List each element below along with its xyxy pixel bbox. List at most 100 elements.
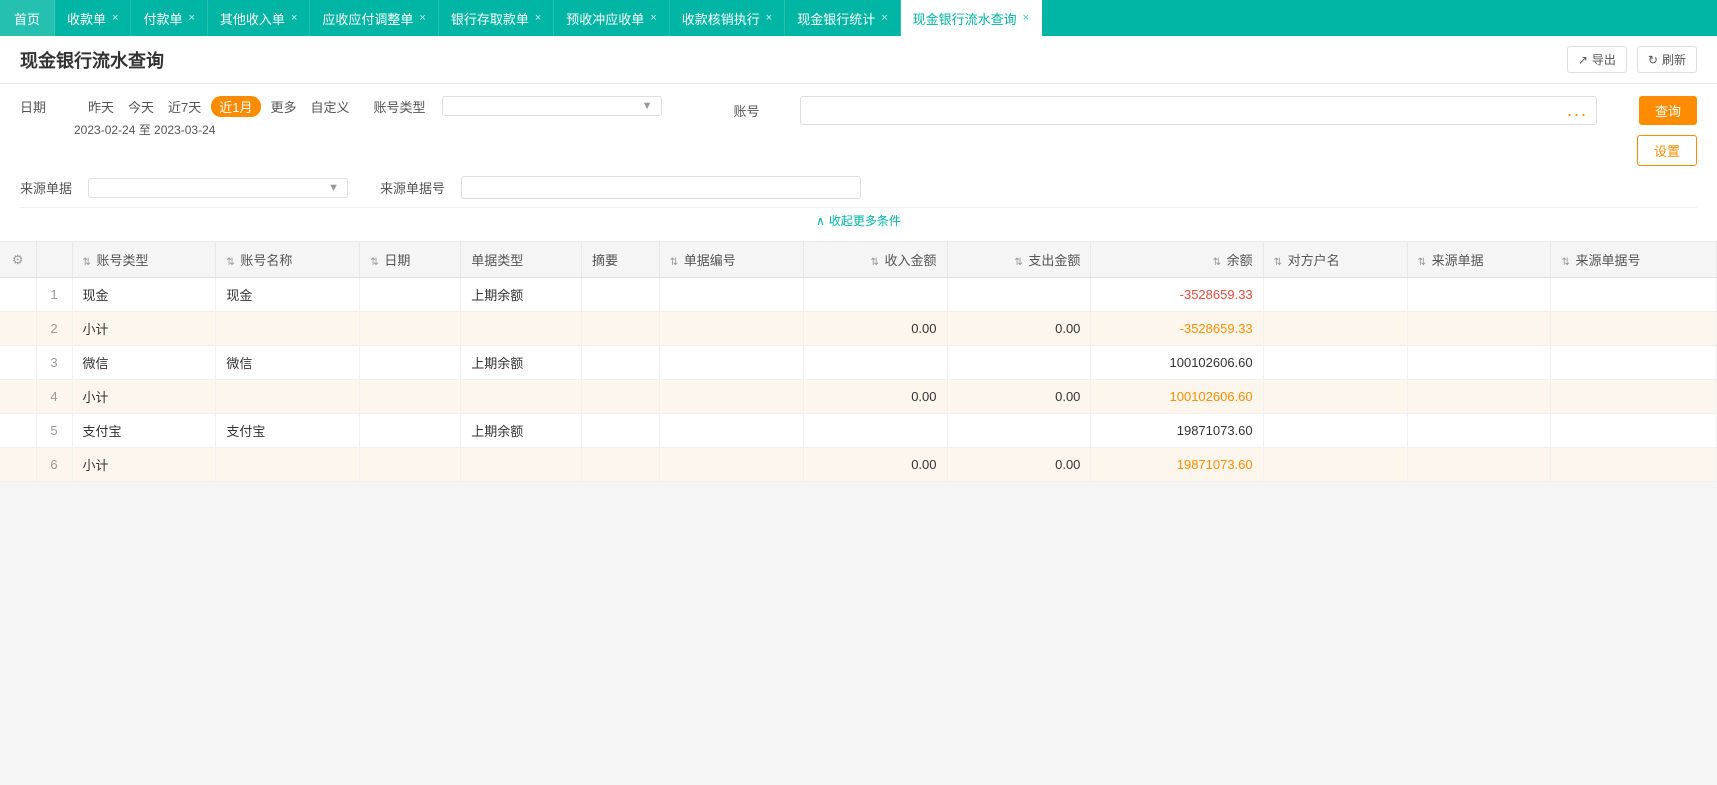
nav-cash-bank-flow[interactable]: 现金银行流水查询 × — [901, 0, 1042, 36]
nav-bank-deposit[interactable]: 银行存取款单 × — [439, 0, 554, 36]
shortcut-custom[interactable]: 自定义 — [307, 96, 354, 117]
nav-ar-ap-adjust[interactable]: 应收应付调整单 × — [310, 0, 438, 36]
row-source-doc-5 — [1407, 448, 1551, 482]
right-actions: 查询 设置 — [1637, 96, 1697, 166]
table-row: 1 现金 现金 上期余额 -3528659.33 — [0, 278, 1717, 312]
nav-receipt-verify[interactable]: 收款核销执行 × — [670, 0, 785, 36]
col-income[interactable]: ⇅ 收入金额 — [803, 242, 947, 278]
sort-account-type-icon: ⇅ — [83, 257, 91, 268]
row-income-1: 0.00 — [803, 312, 947, 346]
account-type-select[interactable]: ▼ — [442, 96, 662, 116]
col-date[interactable]: ⇅ 日期 — [360, 242, 461, 278]
row-source-doc-0 — [1407, 278, 1551, 312]
row-expense-4 — [947, 414, 1091, 448]
col-counterpart[interactable]: ⇅ 对方户名 — [1263, 242, 1407, 278]
col-source-doc[interactable]: ⇅ 来源单据 — [1407, 242, 1551, 278]
close-payment-icon[interactable]: × — [188, 12, 194, 24]
nav-home[interactable]: 首页 — [0, 0, 55, 36]
row-source-doc-4 — [1407, 414, 1551, 448]
nav-prepaid-offset[interactable]: 预收冲应收单 × — [554, 0, 669, 36]
row-source-doc-no-3 — [1551, 380, 1717, 414]
settings-button[interactable]: 设置 — [1637, 135, 1697, 166]
row-account-type-4: 支付宝 — [72, 414, 216, 448]
row-summary-3 — [581, 380, 659, 414]
col-doc-type: 单据类型 — [461, 242, 582, 278]
sort-income-icon: ⇅ — [870, 257, 878, 268]
row-doc-no-3 — [659, 380, 803, 414]
close-prepaid-icon[interactable]: × — [650, 12, 656, 24]
col-source-doc-no[interactable]: ⇅ 来源单据号 — [1551, 242, 1717, 278]
sort-balance-icon: ⇅ — [1213, 257, 1221, 268]
row-income-3: 0.00 — [803, 380, 947, 414]
nav-receipt[interactable]: 收款单 × — [55, 0, 131, 36]
nav-cash-bank-stat[interactable]: 现金银行统计 × — [785, 0, 900, 36]
close-bank-deposit-icon[interactable]: × — [535, 12, 541, 24]
account-type-dropdown-icon: ▼ — [642, 100, 653, 112]
shortcut-1month[interactable]: 近1月 — [211, 96, 260, 117]
row-doc-no-4 — [659, 414, 803, 448]
nav-payment[interactable]: 付款单 × — [131, 0, 207, 36]
row-gear-1 — [0, 312, 36, 346]
row-balance-0: -3528659.33 — [1091, 278, 1263, 312]
export-button[interactable]: ↗ 导出 — [1567, 46, 1627, 73]
account-input[interactable]: ... — [800, 96, 1597, 125]
row-source-doc-no-5 — [1551, 448, 1717, 482]
row-balance-1: -3528659.33 — [1091, 312, 1263, 346]
row-source-doc-3 — [1407, 380, 1551, 414]
row-account-name-3 — [216, 380, 360, 414]
row-income-5: 0.00 — [803, 448, 947, 482]
row-balance-3: 100102606.60 — [1091, 380, 1263, 414]
row-account-type-0: 现金 — [72, 278, 216, 312]
close-cash-flow-icon[interactable]: × — [1023, 12, 1029, 24]
col-expense[interactable]: ⇅ 支出金额 — [947, 242, 1091, 278]
row-gear-2 — [0, 346, 36, 380]
source-doc-select[interactable]: ▼ — [88, 178, 348, 198]
row-num-2: 3 — [36, 346, 72, 380]
shortcut-7days[interactable]: 近7天 — [164, 96, 205, 117]
row-doc-no-2 — [659, 346, 803, 380]
top-nav: 首页 收款单 × 付款单 × 其他收入单 × 应收应付调整单 × 银行存取款单 … — [0, 0, 1717, 36]
col-account-name[interactable]: ⇅ 账号名称 — [216, 242, 360, 278]
table-row: 4 小计 0.00 0.00 100102606.60 — [0, 380, 1717, 414]
shortcut-yesterday[interactable]: 昨天 — [84, 96, 118, 117]
col-balance[interactable]: ⇅ 余额 — [1091, 242, 1263, 278]
row-date-3 — [360, 380, 461, 414]
row-source-doc-no-0 — [1551, 278, 1717, 312]
row-date-1 — [360, 312, 461, 346]
query-button[interactable]: 查询 — [1639, 96, 1697, 125]
refresh-icon: ↻ — [1648, 53, 1658, 67]
row-source-doc-2 — [1407, 346, 1551, 380]
col-doc-no[interactable]: ⇅ 单据编号 — [659, 242, 803, 278]
shortcut-today[interactable]: 今天 — [124, 96, 158, 117]
col-gear[interactable]: ⚙ — [0, 242, 36, 278]
gear-icon[interactable]: ⚙ — [12, 252, 24, 267]
close-other-income-icon[interactable]: × — [291, 12, 297, 24]
source-doc-dropdown-icon: ▼ — [328, 182, 339, 194]
sort-source-doc-no-icon: ⇅ — [1561, 257, 1569, 268]
close-receipt-icon[interactable]: × — [112, 12, 118, 24]
row-account-name-4: 支付宝 — [216, 414, 360, 448]
close-receipt-verify-icon[interactable]: × — [766, 12, 772, 24]
row-doc-no-0 — [659, 278, 803, 312]
row-doc-no-1 — [659, 312, 803, 346]
refresh-button[interactable]: ↻ 刷新 — [1637, 46, 1697, 73]
row-counterpart-3 — [1263, 380, 1407, 414]
sort-date-icon: ⇅ — [370, 257, 378, 268]
source-doc-no-input[interactable] — [461, 176, 861, 199]
row-account-type-2: 微信 — [72, 346, 216, 380]
row-summary-5 — [581, 448, 659, 482]
sort-account-name-icon: ⇅ — [226, 257, 234, 268]
collapse-bar[interactable]: ∧ 收起更多条件 — [20, 207, 1697, 233]
row-date-0 — [360, 278, 461, 312]
nav-other-income[interactable]: 其他收入单 × — [208, 0, 310, 36]
row-account-type-1: 小计 — [72, 312, 216, 346]
col-account-type[interactable]: ⇅ 账号类型 — [72, 242, 216, 278]
row-account-type-3: 小计 — [72, 380, 216, 414]
close-ar-ap-icon[interactable]: × — [419, 12, 425, 24]
row-doc-type-2: 上期余额 — [461, 346, 582, 380]
shortcut-more[interactable]: 更多 — [267, 96, 301, 117]
source-doc-no-field[interactable] — [470, 180, 852, 195]
account-dots-button[interactable]: ... — [1567, 100, 1588, 121]
close-cash-stat-icon[interactable]: × — [881, 12, 887, 24]
row-source-doc-no-1 — [1551, 312, 1717, 346]
